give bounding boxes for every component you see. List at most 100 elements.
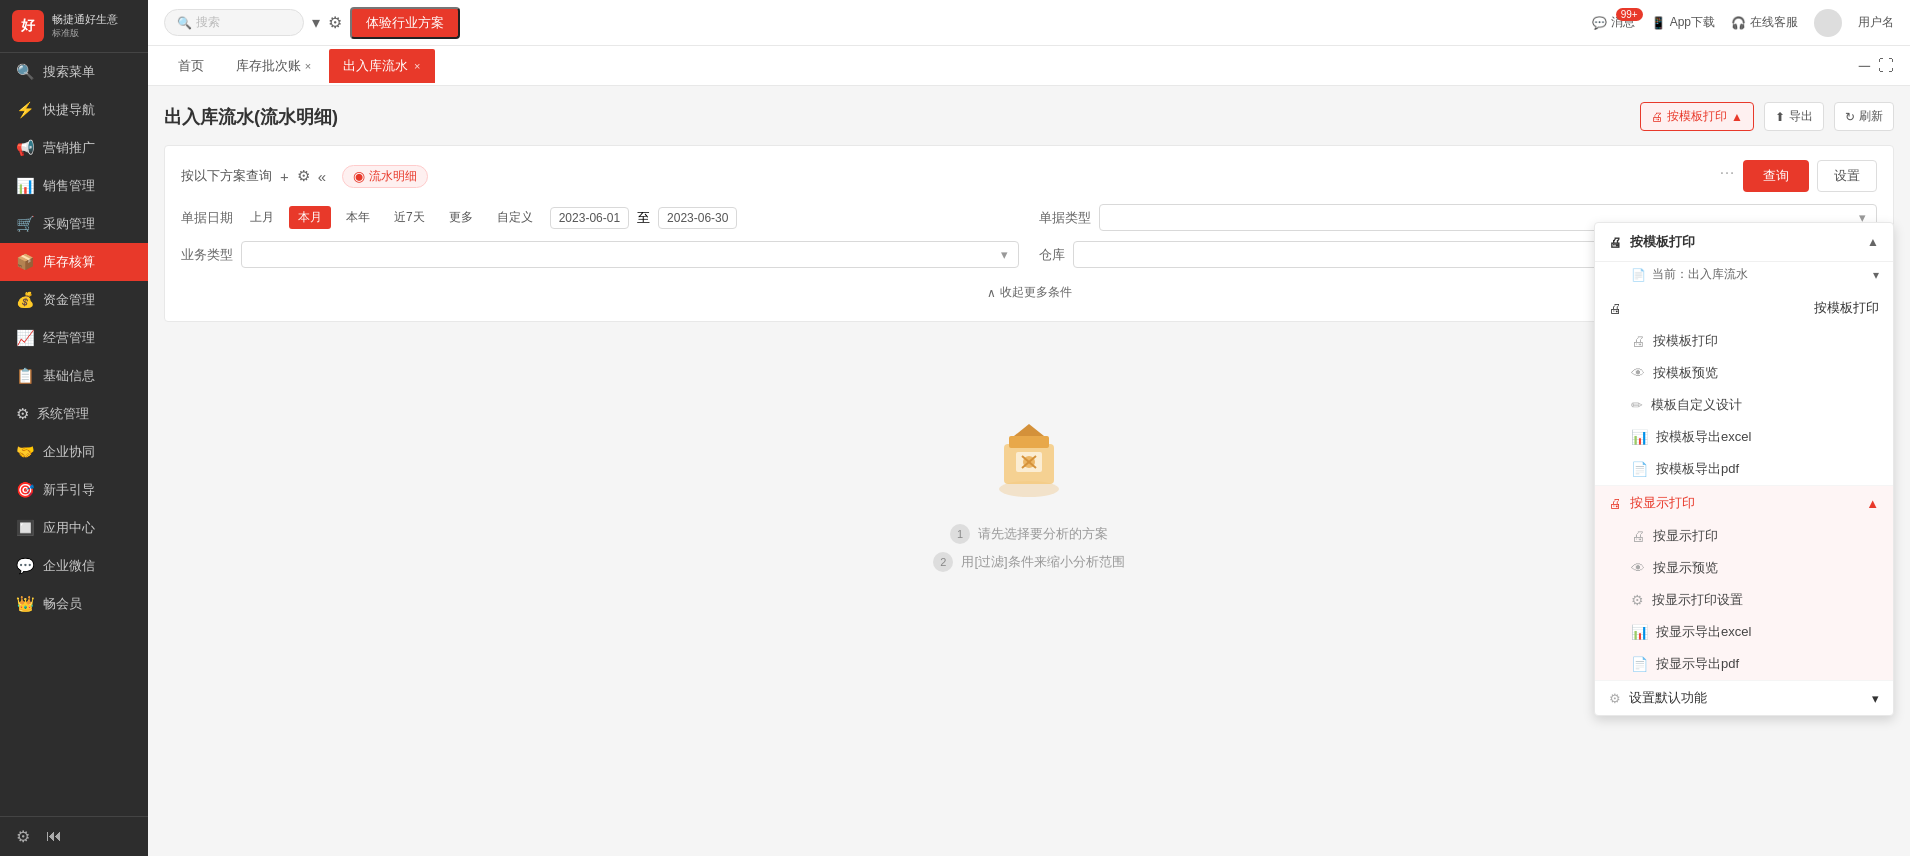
sidebar-item-appstore[interactable]: 🔲 应用中心 xyxy=(0,509,148,547)
business-type-select[interactable]: ▾ xyxy=(241,241,1019,268)
app-download-btn[interactable]: 📱 App下载 xyxy=(1651,14,1715,31)
settings-button[interactable]: 设置 xyxy=(1817,160,1877,192)
print-item-icon: 🖨 xyxy=(1631,333,1645,349)
tab-expand-icon[interactable]: ⛶ xyxy=(1878,57,1894,75)
export-btn[interactable]: ⬆ 导出 xyxy=(1764,102,1824,131)
sidebar-item-member[interactable]: 👑 畅会员 xyxy=(0,585,148,623)
display-print-settings-item[interactable]: ⚙ 按显示打印设置 xyxy=(1595,584,1893,616)
filter-collapse-btn[interactable]: « xyxy=(318,168,326,185)
main-area: 🔍 搜索 ▾ ⚙ 体验行业方案 💬 消息 99+ 📱 App下载 🎧 在线客服 … xyxy=(148,0,1910,856)
display-export-excel-item[interactable]: 📊 按显示导出excel xyxy=(1595,616,1893,648)
tab-flow[interactable]: 出入库流水 × xyxy=(329,49,434,83)
sidebar-item-finance[interactable]: 💰 资金管理 xyxy=(0,281,148,319)
template-preview-item[interactable]: 👁 按模板预览 xyxy=(1595,357,1893,389)
empty-illustration xyxy=(984,414,1074,504)
current-template-arrow[interactable]: ▾ xyxy=(1873,268,1879,282)
date-to-input[interactable]: 2023-06-30 xyxy=(658,207,737,229)
tab-flow-close[interactable]: × xyxy=(414,60,420,72)
sidebar-item-wechat[interactable]: 💬 企业微信 xyxy=(0,547,148,585)
tab-minimize-icon[interactable]: ─ xyxy=(1859,57,1870,75)
sidebar-item-purchase[interactable]: 🛒 采购管理 xyxy=(0,205,148,243)
template-export-pdf-item[interactable]: 📄 按模板导出pdf xyxy=(1595,453,1893,485)
app-download-label: App下载 xyxy=(1670,14,1715,31)
sidebar-item-search[interactable]: 🔍 搜索菜单 xyxy=(0,53,148,91)
sidebar-item-label-collab: 企业协同 xyxy=(43,443,95,461)
template-section-header[interactable]: 🖨 按模板打印 xyxy=(1595,291,1893,325)
sidebar-item-label-marketing: 营销推广 xyxy=(43,139,95,157)
sidebar-item-collab[interactable]: 🤝 企业协同 xyxy=(0,433,148,471)
user-avatar[interactable] xyxy=(1814,9,1842,37)
template-section-icon: 🖨 xyxy=(1609,301,1622,316)
template-print-item[interactable]: 🖨 按模板打印 xyxy=(1595,325,1893,357)
date-btn-prev-month[interactable]: 上月 xyxy=(241,206,283,229)
filter-add-btn[interactable]: + xyxy=(280,168,289,185)
sidebar-item-sales[interactable]: 📊 销售管理 xyxy=(0,167,148,205)
date-btn-more[interactable]: 更多 xyxy=(440,206,482,229)
filter-tag[interactable]: ◉ 流水明细 xyxy=(342,165,428,188)
display-section-header[interactable]: 🖨 按显示打印 ▲ xyxy=(1595,486,1893,520)
industry-btn[interactable]: 体验行业方案 xyxy=(350,7,460,39)
date-btn-custom[interactable]: 自定义 xyxy=(488,206,542,229)
display-print-item[interactable]: 🖨 按显示打印 xyxy=(1595,520,1893,552)
sidebar-item-guide[interactable]: 🎯 新手引导 xyxy=(0,471,148,509)
display-export-pdf-item[interactable]: 📄 按显示导出pdf xyxy=(1595,648,1893,680)
sidebar-item-quick-nav[interactable]: ⚡ 快捷导航 xyxy=(0,91,148,129)
message-btn[interactable]: 💬 消息 99+ xyxy=(1592,14,1635,31)
print-dropdown-title: 按模板打印 xyxy=(1630,233,1695,251)
custom-item-icon: ✏ xyxy=(1631,397,1643,413)
sidebar-item-label-appstore: 应用中心 xyxy=(43,519,95,537)
sidebar-item-business[interactable]: 📈 经营管理 xyxy=(0,319,148,357)
tab-inventory-batch-close[interactable]: × xyxy=(305,60,311,72)
sidebar-item-inventory[interactable]: 📦 库存核算 xyxy=(0,243,148,281)
search-icon: 🔍 xyxy=(177,16,192,30)
tab-inventory-batch[interactable]: 库存批次账 × xyxy=(222,49,325,83)
base-icon: 📋 xyxy=(16,367,35,385)
date-btn-current-month[interactable]: 本月 xyxy=(289,206,331,229)
settings-icon[interactable]: ⚙ xyxy=(16,827,30,846)
print-dropdown-collapse[interactable]: ▲ xyxy=(1867,235,1879,249)
topbar-chevron-icon[interactable]: ▾ xyxy=(312,13,320,32)
member-icon: 👑 xyxy=(16,595,35,613)
logo-icon: 好 xyxy=(12,10,44,42)
tab-home[interactable]: 首页 xyxy=(164,49,218,83)
date-btn-current-year[interactable]: 本年 xyxy=(337,206,379,229)
date-from-input[interactable]: 2023-06-01 xyxy=(550,207,629,229)
footer-settings-icon: ⚙ xyxy=(1609,691,1621,706)
refresh-btn[interactable]: ↻ 刷新 xyxy=(1834,102,1894,131)
topbar-left: 🔍 搜索 ▾ ⚙ 体验行业方案 xyxy=(164,7,1592,39)
query-button[interactable]: 查询 xyxy=(1743,160,1809,192)
inventory-icon: 📦 xyxy=(16,253,35,271)
footer-arrow: ▾ xyxy=(1872,691,1879,706)
display-preview-icon: 👁 xyxy=(1631,560,1645,576)
sidebar: 好 畅捷通好生意 标准版 🔍 搜索菜单 ⚡ 快捷导航 📢 营销推广 📊 销售管理… xyxy=(0,0,148,856)
display-preview-item[interactable]: 👁 按显示预览 xyxy=(1595,552,1893,584)
business-type-filter: 业务类型 ▾ xyxy=(181,241,1019,268)
display-print-icon: 🖨 xyxy=(1631,528,1645,544)
template-export-excel-item[interactable]: 📊 按模板导出excel xyxy=(1595,421,1893,453)
warehouse-label: 仓库 xyxy=(1039,246,1065,264)
template-custom-item[interactable]: ✏ 模板自定义设计 xyxy=(1595,389,1893,421)
sidebar-nav: 🔍 搜索菜单 ⚡ 快捷导航 📢 营销推广 📊 销售管理 🛒 采购管理 📦 库存核… xyxy=(0,53,148,816)
sidebar-item-base[interactable]: 📋 基础信息 xyxy=(0,357,148,395)
date-filter: 单据日期 上月 本月 本年 近7天 更多 自定义 2023-06-01 至 2 xyxy=(181,206,1019,229)
search-bar[interactable]: 🔍 搜索 xyxy=(164,9,304,36)
print-dropdown-header: 🖨 按模板打印 ▲ xyxy=(1595,223,1893,262)
business-type-chevron: ▾ xyxy=(1001,247,1008,262)
topbar-gear-icon[interactable]: ⚙ xyxy=(328,13,342,32)
sidebar-item-label-base: 基础信息 xyxy=(43,367,95,385)
display-pdf-icon: 📄 xyxy=(1631,656,1648,672)
print-template-btn[interactable]: 🖨 按模板打印 ▲ xyxy=(1640,102,1754,131)
appstore-icon: 🔲 xyxy=(16,519,35,537)
date-range: 上月 本月 本年 近7天 更多 自定义 xyxy=(241,206,542,229)
collapse-sidebar-icon[interactable]: ⏮ xyxy=(46,827,62,846)
pdf-item-icon: 📄 xyxy=(1631,461,1648,477)
step-num-2: 2 xyxy=(933,552,953,572)
date-btn-7days[interactable]: 近7天 xyxy=(385,206,434,229)
sidebar-item-system[interactable]: ⚙ 系统管理 xyxy=(0,395,148,433)
sidebar-item-marketing[interactable]: 📢 营销推广 xyxy=(0,129,148,167)
filter-more-icon[interactable]: … xyxy=(1719,160,1735,192)
filter-settings-btn[interactable]: ⚙ xyxy=(297,167,310,185)
chevron-up-icon: ▲ xyxy=(1731,110,1743,124)
print-dropdown-footer[interactable]: ⚙ 设置默认功能 ▾ xyxy=(1595,681,1893,715)
service-btn[interactable]: 🎧 在线客服 xyxy=(1731,14,1798,31)
